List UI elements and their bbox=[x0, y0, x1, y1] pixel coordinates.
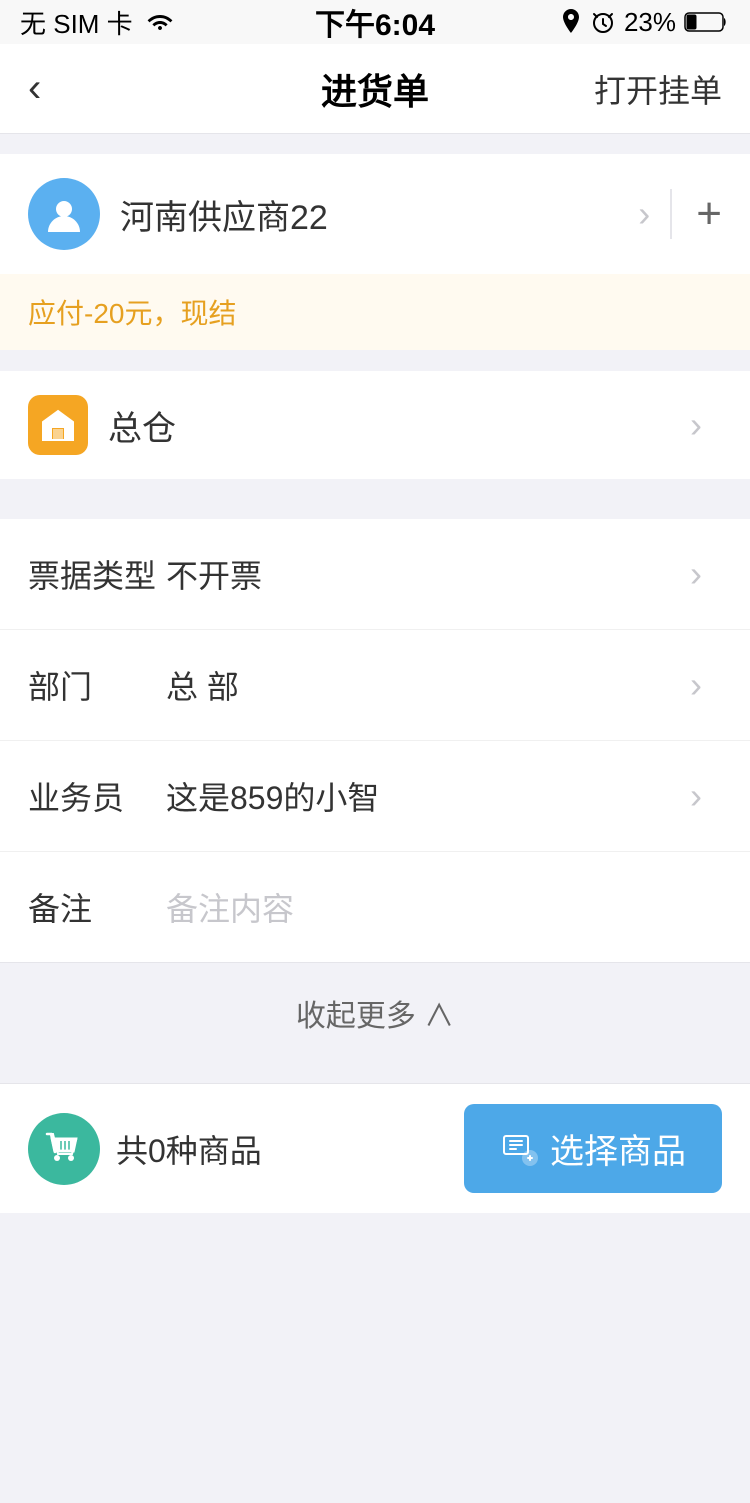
products-left: 共0种商品 bbox=[28, 1113, 262, 1185]
salesperson-label: 业务员 bbox=[28, 773, 158, 819]
remark-label: 备注 bbox=[28, 884, 158, 930]
collapse-label: 收起更多 ∧ bbox=[296, 991, 454, 1035]
supplier-chevron-icon: › bbox=[638, 193, 650, 235]
supplier-row[interactable]: 河南供应商22 › + bbox=[0, 154, 750, 274]
warehouse-name: 总仓 bbox=[108, 401, 690, 450]
select-goods-icon bbox=[500, 1130, 538, 1168]
cart-icon-wrap bbox=[28, 1113, 100, 1185]
notice-text: 应付-20元，现结 bbox=[28, 298, 236, 329]
collapse-button[interactable]: 收起更多 ∧ bbox=[0, 962, 750, 1063]
invoice-chevron-icon: › bbox=[690, 553, 702, 595]
notice-banner: 应付-20元，现结 bbox=[0, 274, 750, 350]
section-gap-3 bbox=[0, 479, 750, 499]
department-row[interactable]: 部门 总 部 › bbox=[0, 630, 750, 741]
supplier-divider bbox=[670, 189, 672, 239]
nav-bar: ‹ 进货单 打开挂单 bbox=[0, 44, 750, 134]
salesperson-row[interactable]: 业务员 这是859的小智 › bbox=[0, 741, 750, 852]
status-right: 23% bbox=[560, 7, 730, 38]
department-value: 总 部 bbox=[158, 662, 690, 708]
invoice-label: 票据类型 bbox=[28, 551, 158, 597]
user-icon bbox=[42, 192, 86, 236]
remark-input[interactable]: 备注内容 bbox=[158, 884, 722, 930]
remark-row[interactable]: 备注 备注内容 bbox=[0, 852, 750, 962]
form-section: 票据类型 不开票 › 部门 总 部 › 业务员 这是859的小智 › 备注 备注… bbox=[0, 519, 750, 962]
invoice-row[interactable]: 票据类型 不开票 › bbox=[0, 519, 750, 630]
wifi-icon bbox=[143, 10, 177, 34]
warehouse-section: 总仓 › bbox=[0, 370, 750, 479]
section-gap-1 bbox=[0, 134, 750, 154]
section-gap-2 bbox=[0, 350, 750, 370]
invoice-value: 不开票 bbox=[158, 551, 690, 597]
supplier-name: 河南供应商22 bbox=[120, 190, 638, 239]
bottom-bar: 共0种商品 选择商品 bbox=[0, 1083, 750, 1213]
house-icon bbox=[39, 406, 77, 444]
carrier-text: 无 SIM 卡 bbox=[20, 4, 133, 41]
battery-text: 23% bbox=[624, 7, 676, 38]
supplier-avatar bbox=[28, 178, 100, 250]
department-chevron-icon: › bbox=[690, 664, 702, 706]
cart-icon bbox=[43, 1128, 85, 1170]
warehouse-chevron-icon: › bbox=[690, 404, 702, 446]
back-button[interactable]: ‹ bbox=[28, 66, 88, 111]
status-carrier: 无 SIM 卡 bbox=[20, 4, 177, 41]
salesperson-chevron-icon: › bbox=[690, 775, 702, 817]
page-background-fill bbox=[0, 1213, 750, 1503]
warehouse-icon-wrap bbox=[28, 395, 88, 455]
add-supplier-button[interactable]: + bbox=[696, 189, 722, 239]
products-count: 共0种商品 bbox=[116, 1126, 262, 1172]
section-gap-4 bbox=[0, 1063, 750, 1083]
page-title: 进货单 bbox=[321, 63, 429, 115]
select-goods-label: 选择商品 bbox=[550, 1124, 686, 1173]
supplier-section: 河南供应商22 › + 应付-20元，现结 bbox=[0, 154, 750, 350]
select-goods-button[interactable]: 选择商品 bbox=[464, 1104, 722, 1193]
department-label: 部门 bbox=[28, 662, 158, 708]
battery-icon bbox=[684, 11, 730, 33]
warehouse-row[interactable]: 总仓 › bbox=[0, 370, 750, 479]
status-time: 下午6:04 bbox=[315, 0, 435, 44]
open-pending-button[interactable]: 打开挂单 bbox=[594, 66, 722, 112]
alarm-icon bbox=[590, 9, 616, 35]
location-icon bbox=[560, 9, 582, 35]
status-bar: 无 SIM 卡 下午6:04 23% bbox=[0, 0, 750, 44]
salesperson-value: 这是859的小智 bbox=[158, 773, 690, 819]
